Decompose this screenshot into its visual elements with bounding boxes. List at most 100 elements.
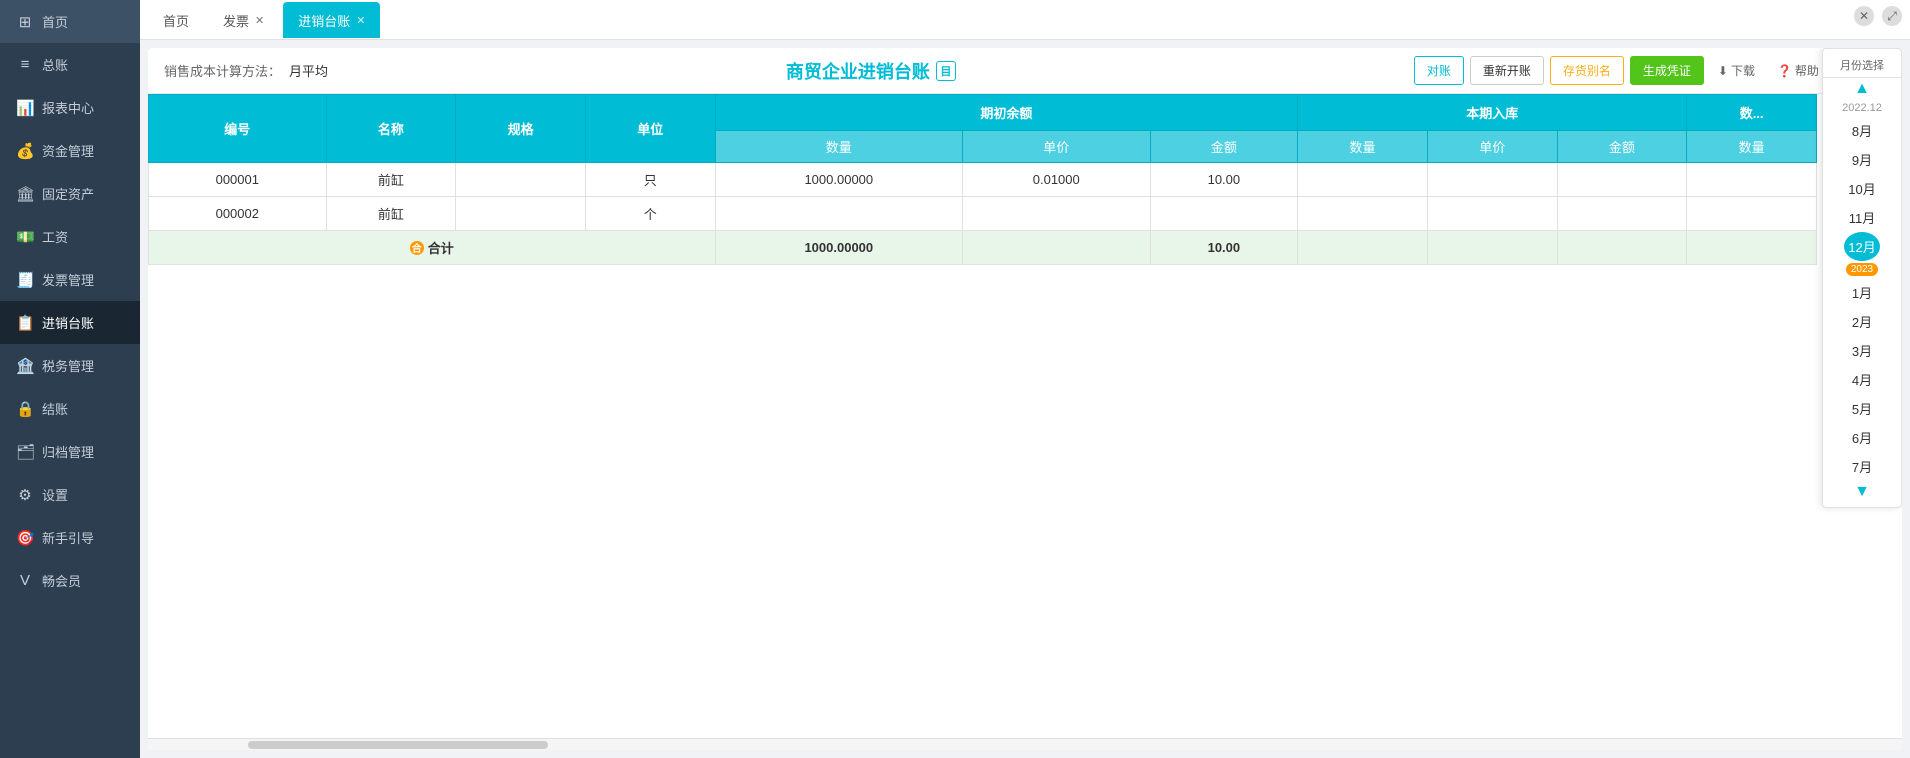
col-sub-qty: 数量 <box>1687 131 1817 163</box>
page-title: 商贸企业进销台账 目 <box>336 58 1406 84</box>
month-up-button[interactable]: ▲ <box>1823 78 1901 100</box>
content-area: 销售成本计算方法： 月平均 商贸企业进销台账 目 对账 重新开账 存货别名 <box>148 48 1902 750</box>
cost-method-label: 销售成本计算方法： <box>164 61 281 80</box>
tabs-bar: 首页 发票 ✕ 进销台账 ✕ ✕ ⤢ <box>140 0 1910 40</box>
sidebar-item-label: 发票管理 <box>42 270 94 289</box>
scroll-bar-area[interactable] <box>148 738 1902 750</box>
sidebar-item-general-ledger[interactable]: ≡ 总账 <box>0 43 140 86</box>
window-close-button[interactable]: ✕ <box>1854 6 1874 26</box>
tab-invoice[interactable]: 发票 ✕ <box>208 2 279 38</box>
guide-icon: 🎯 <box>16 529 34 547</box>
help-icon: ❓ <box>1777 64 1792 78</box>
cell-opening-price: 0.01000 <box>962 163 1150 197</box>
month-6[interactable]: 6月 <box>1823 423 1901 452</box>
cell-name: 前缸 <box>326 197 456 231</box>
month-12[interactable]: 12月 <box>1844 232 1880 261</box>
col-current-in-qty: 数量 <box>1298 131 1428 163</box>
sidebar-item-label: 税务管理 <box>42 356 94 375</box>
settings-icon: ⚙ <box>16 486 34 504</box>
title-bookmark-icon[interactable]: 目 <box>936 61 956 81</box>
archive-icon: 🗂 <box>16 443 34 461</box>
cell-opening-qty <box>715 197 962 231</box>
window-maximize-button[interactable]: ⤢ <box>1882 6 1902 26</box>
sidebar: ⊞ 首页 ≡ 总账 📊 报表中心 💰 资金管理 🏛 固定资产 💵 工资 🧾 发票… <box>0 0 140 758</box>
month-5[interactable]: 5月 <box>1823 394 1901 423</box>
cell-in-price <box>1427 197 1557 231</box>
tab-inventory-close[interactable]: ✕ <box>356 14 365 27</box>
col-opening-qty: 数量 <box>715 131 962 163</box>
cell-spec <box>456 163 586 197</box>
total-text: 合计 <box>428 238 454 257</box>
tab-invoice-close[interactable]: ✕ <box>255 14 264 27</box>
total-label-cell: 合 合计 <box>149 231 716 265</box>
total-row: 合 合计 1000.00000 10.00 <box>149 231 1817 265</box>
sidebar-item-home[interactable]: ⊞ 首页 <box>0 0 140 43</box>
sidebar-item-label: 结账 <box>42 399 68 418</box>
month-9[interactable]: 9月 <box>1823 145 1901 174</box>
month-2[interactable]: 2月 <box>1823 307 1901 336</box>
sidebar-item-guide[interactable]: 🎯 新手引导 <box>0 516 140 559</box>
month-11[interactable]: 11月 <box>1823 203 1901 232</box>
sidebar-item-fund-management[interactable]: 💰 资金管理 <box>0 129 140 172</box>
sidebar-item-label: 资金管理 <box>42 141 94 160</box>
help-button[interactable]: ❓ 帮助 <box>1769 58 1827 83</box>
generate-voucher-button[interactable]: 生成凭证 <box>1630 56 1704 85</box>
sidebar-item-fixed-assets[interactable]: 🏛 固定资产 <box>0 172 140 215</box>
total-opening-qty: 1000.00000 <box>715 231 962 265</box>
cell-opening-price <box>962 197 1150 231</box>
total-in-qty <box>1298 231 1428 265</box>
month-panel-title: 月份选择 <box>1823 53 1901 78</box>
cell-opening-amount: 10.00 <box>1150 163 1298 197</box>
month-4[interactable]: 4月 <box>1823 365 1901 394</box>
month-10[interactable]: 10月 <box>1823 174 1901 203</box>
reconcile-button[interactable]: 对账 <box>1414 56 1464 85</box>
sidebar-item-archive[interactable]: 🗂 归档管理 <box>0 430 140 473</box>
year-2023-badge: 2023 <box>1846 263 1878 276</box>
col-opening-amount: 金额 <box>1150 131 1298 163</box>
reopen-button[interactable]: 重新开账 <box>1470 56 1544 85</box>
cell-in-price <box>1427 163 1557 197</box>
content-header: 销售成本计算方法： 月平均 商贸企业进销台账 目 对账 重新开账 存货别名 <box>148 48 1902 94</box>
table-row: 000001 前缸 只 1000.00000 0.01000 10.00 <box>149 163 1817 197</box>
cell-opening-amount <box>1150 197 1298 231</box>
assets-icon: 🏛 <box>16 185 34 203</box>
month-7[interactable]: 7月 <box>1823 452 1901 481</box>
sidebar-item-settings[interactable]: ⚙ 设置 <box>0 473 140 516</box>
sidebar-item-report-center[interactable]: 📊 报表中心 <box>0 86 140 129</box>
tab-home[interactable]: 首页 <box>148 2 204 38</box>
month-3[interactable]: 3月 <box>1823 336 1901 365</box>
inventory-table: 编号 名称 规格 单位 期初余额 本期入库 数... 数量 单价 金额 数量 单… <box>148 94 1817 265</box>
month-1[interactable]: 1月 <box>1823 278 1901 307</box>
download-button[interactable]: ⬇ 下载 <box>1710 58 1763 83</box>
col-unit: 单位 <box>585 95 715 163</box>
total-opening-price <box>962 231 1150 265</box>
sidebar-item-vip[interactable]: V 畅会员 <box>0 559 140 602</box>
sidebar-item-label: 总账 <box>42 55 68 74</box>
col-current-in-amount: 金额 <box>1557 131 1687 163</box>
sidebar-item-tax-management[interactable]: 🏦 税务管理 <box>0 344 140 387</box>
inventory-icon: 📋 <box>16 314 34 332</box>
sidebar-item-label: 归档管理 <box>42 442 94 461</box>
cell-unit: 只 <box>585 163 715 197</box>
toolbar: 对账 重新开账 存货别名 生成凭证 ⬇ 下载 ❓ 帮助 <box>1414 56 1886 85</box>
cell-in-amount <box>1557 163 1687 197</box>
sidebar-item-label: 报表中心 <box>42 98 94 117</box>
month-8[interactable]: 8月 <box>1823 116 1901 145</box>
report-icon: 📊 <box>16 99 34 117</box>
tax-icon: 🏦 <box>16 357 34 375</box>
scroll-thumb[interactable] <box>248 741 548 749</box>
sidebar-item-closing[interactable]: 🔒 结账 <box>0 387 140 430</box>
tab-inventory[interactable]: 进销台账 ✕ <box>283 2 380 38</box>
save-as-button[interactable]: 存货别名 <box>1550 56 1624 85</box>
sidebar-item-label: 固定资产 <box>42 184 94 203</box>
col-name: 名称 <box>326 95 456 163</box>
sidebar-item-inventory[interactable]: 📋 进销台账 <box>0 301 140 344</box>
month-down-button[interactable]: ▼ <box>1823 481 1901 503</box>
cell-opening-qty: 1000.00000 <box>715 163 962 197</box>
col-current-in-price: 单价 <box>1427 131 1557 163</box>
col-current-in: 本期入库 <box>1298 95 1687 131</box>
sidebar-item-invoice-management[interactable]: 🧾 发票管理 <box>0 258 140 301</box>
cell-in-qty <box>1298 197 1428 231</box>
month-panel: 月份选择 ▲ 2022.12 8月 9月 10月 11月 12月 2023 1月… <box>1822 48 1902 508</box>
sidebar-item-payroll[interactable]: 💵 工资 <box>0 215 140 258</box>
